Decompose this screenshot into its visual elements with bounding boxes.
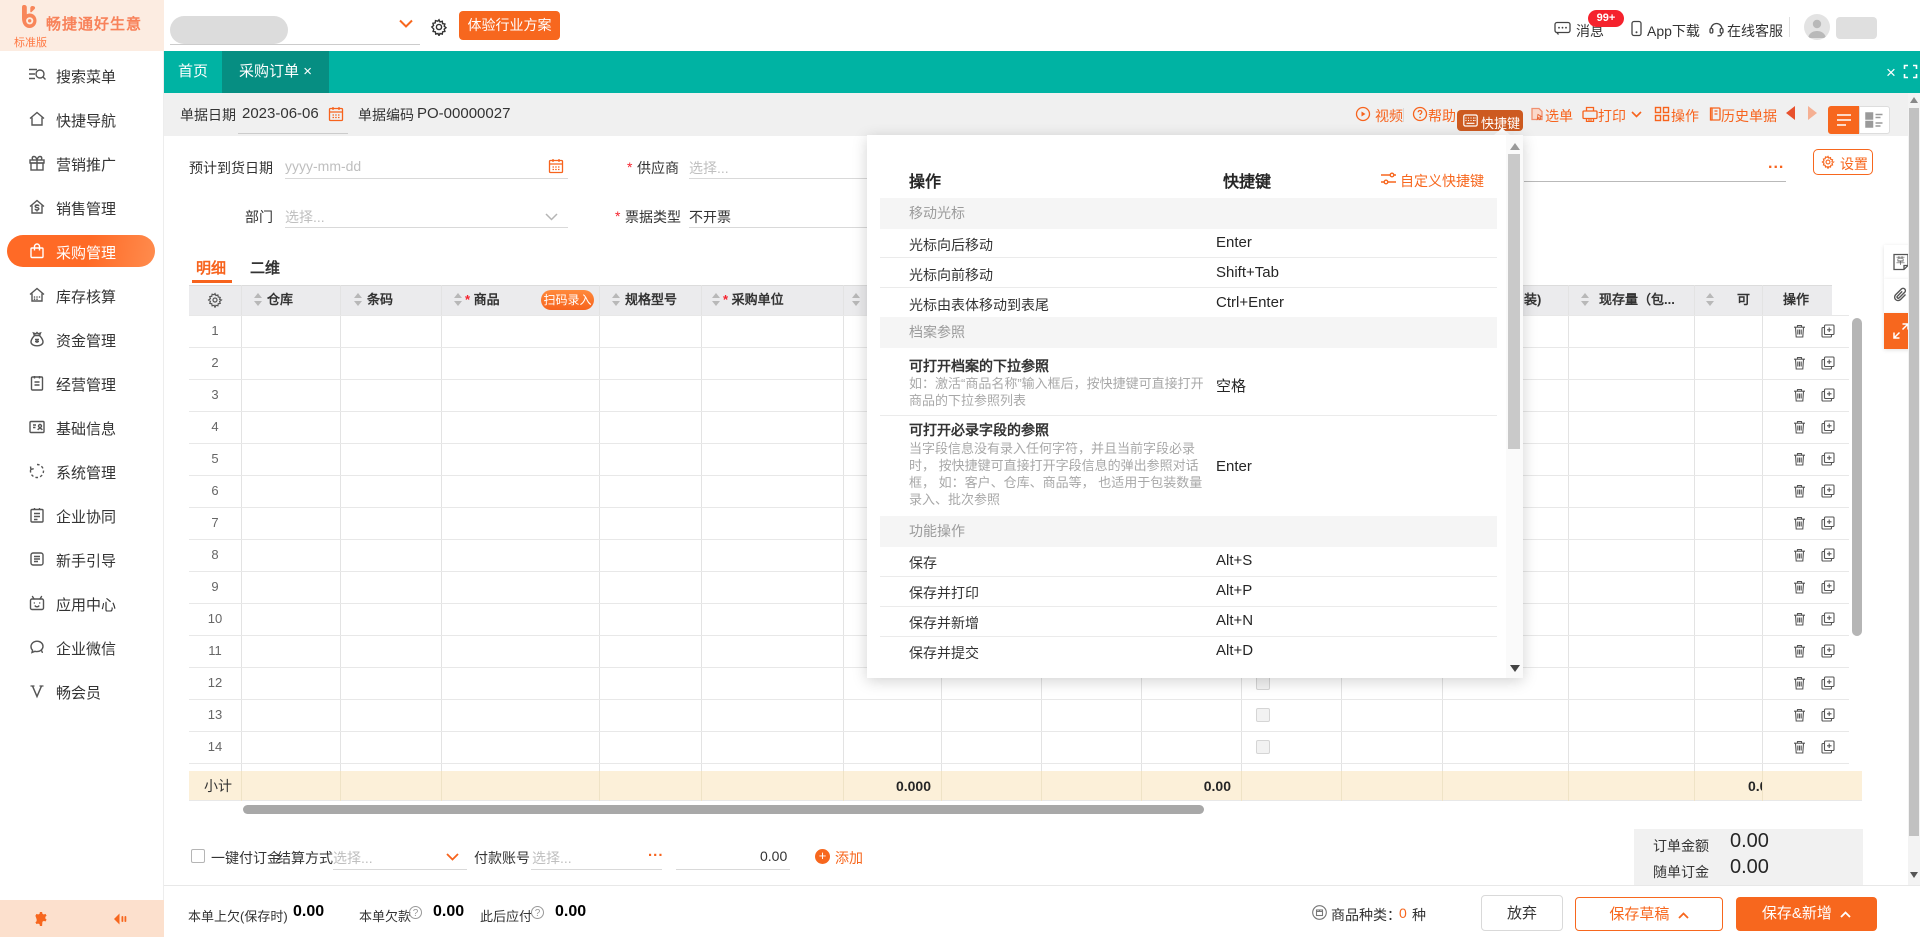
svg-text:草: 草 <box>1896 255 1905 266</box>
